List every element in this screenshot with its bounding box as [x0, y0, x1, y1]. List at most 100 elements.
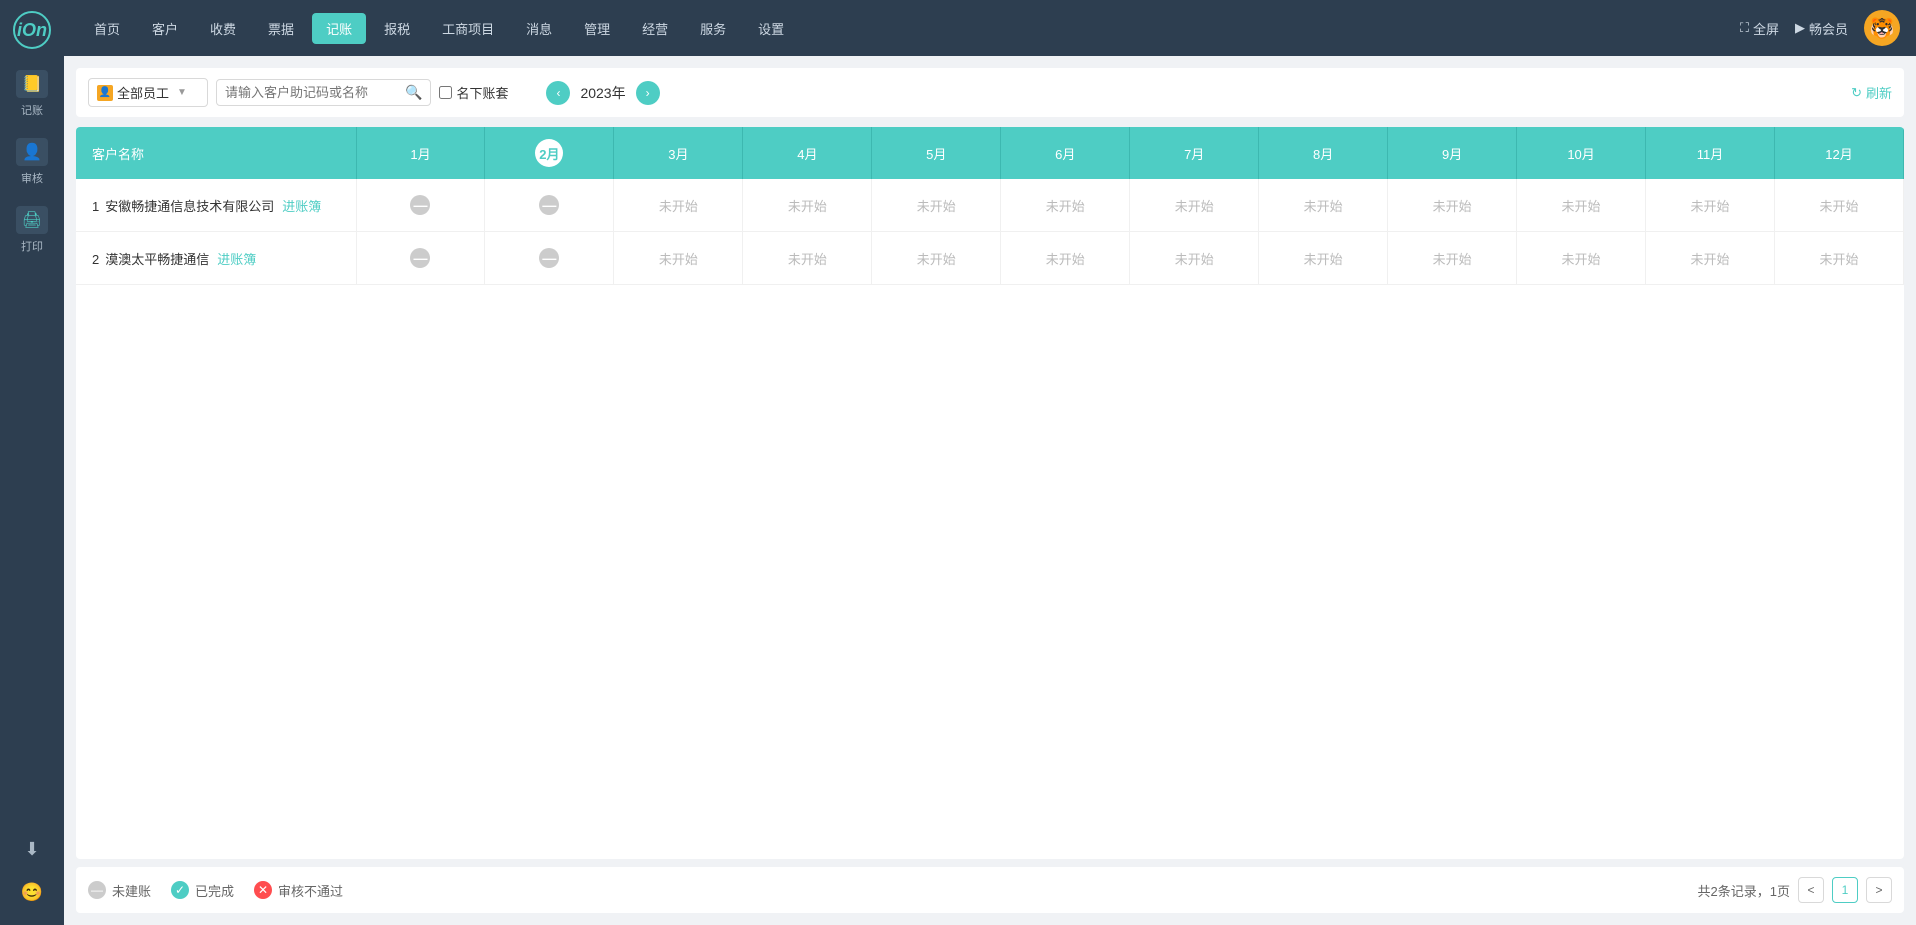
employee-icon: 👤	[97, 85, 113, 101]
status-not-started: 未开始	[1046, 199, 1085, 214]
sidebar-label-bookkeeping: 记账	[21, 102, 43, 118]
cell-aug: 未开始	[1259, 179, 1388, 232]
status-not-started: 未开始	[1175, 252, 1214, 267]
enter-link-button[interactable]: 进账簿	[282, 199, 321, 214]
refresh-label: 刷新	[1866, 83, 1892, 102]
nav-tax[interactable]: 报税	[370, 13, 424, 44]
col-header-feb: 2月	[485, 127, 614, 179]
bookkeeping-icon: 📒	[16, 70, 48, 98]
member-icon: ▶	[1795, 20, 1805, 36]
cell-oct: 未开始	[1517, 179, 1646, 232]
completed-icon: ✓	[171, 881, 189, 899]
page-content: 👤 全部员工 ▼ 🔍 名下账套 ‹ 2023年 › ↻ 刷新	[64, 56, 1916, 925]
my-accounts-checkbox-wrap[interactable]: 名下账套	[439, 83, 508, 102]
cell-jan: —	[356, 232, 485, 285]
top-nav: 首页 客户 收费 票据 记账 报税 工商项目 消息 管理 经营 服务 设置 ⛶ …	[64, 0, 1916, 56]
audit-icon: 👤	[16, 138, 48, 166]
cell-nov: 未开始	[1646, 232, 1775, 285]
year-nav: ‹ 2023年 ›	[546, 81, 659, 105]
sidebar-label-print: 打印	[21, 238, 43, 254]
col-header-sep: 9月	[1388, 127, 1517, 179]
total-records-label: 共2条记录，1页	[1698, 881, 1790, 900]
year-prev-button[interactable]: ‹	[546, 81, 570, 105]
nav-home[interactable]: 首页	[80, 13, 134, 44]
cell-jul: 未开始	[1130, 232, 1259, 285]
sidebar-item-bookkeeping[interactable]: 📒 记账	[0, 60, 64, 128]
page-prev-button[interactable]: <	[1798, 877, 1824, 903]
status-dash-icon: —	[410, 195, 430, 215]
cell-mar: 未开始	[614, 232, 743, 285]
toolbar: 👤 全部员工 ▼ 🔍 名下账套 ‹ 2023年 › ↻ 刷新	[76, 68, 1904, 117]
legend-rejected: ✕ 审核不通过	[254, 881, 343, 900]
sidebar-item-support[interactable]: 😊	[0, 872, 64, 915]
page-current-button[interactable]: 1	[1832, 877, 1858, 903]
nav-billing[interactable]: 收费	[196, 13, 250, 44]
nav-message[interactable]: 消息	[512, 13, 566, 44]
nav-settings[interactable]: 设置	[744, 13, 798, 44]
logo-icon: iOn	[13, 11, 51, 49]
status-not-started: 未开始	[917, 199, 956, 214]
refresh-button[interactable]: ↻ 刷新	[1851, 83, 1892, 102]
dropdown-arrow-icon: ▼	[177, 87, 187, 98]
sidebar: iOn 📒 记账 👤 审核 🖨 打印 ⬇ 😊	[0, 0, 64, 925]
search-input-wrap: 🔍	[216, 79, 431, 106]
status-not-started: 未开始	[1691, 199, 1730, 214]
nav-invoice[interactable]: 票据	[254, 13, 308, 44]
col-header-jun: 6月	[1001, 127, 1130, 179]
cell-may: 未开始	[872, 232, 1001, 285]
status-dash-icon: —	[539, 195, 559, 215]
search-icon[interactable]: 🔍	[405, 84, 422, 101]
fullscreen-label: 全屏	[1753, 19, 1779, 38]
table-container: 客户名称 1月 2月 3月 4月 5月 6月 7月 8月 9月 10月 11月	[76, 127, 1904, 859]
member-label: 畅会员	[1809, 19, 1848, 38]
not-built-icon: —	[88, 881, 106, 899]
nav-customer[interactable]: 客户	[138, 13, 192, 44]
sidebar-item-audit[interactable]: 👤 审核	[0, 128, 64, 196]
member-button[interactable]: ▶ 畅会员	[1795, 19, 1848, 38]
not-built-label: 未建账	[112, 881, 151, 900]
cell-sep: 未开始	[1388, 179, 1517, 232]
rejected-icon: ✕	[254, 881, 272, 899]
cell-name: 2漠澳太平畅捷通信进账簿	[76, 232, 356, 285]
nav-service[interactable]: 服务	[686, 13, 740, 44]
cell-dec: 未开始	[1774, 179, 1903, 232]
print-icon: 🖨	[16, 206, 48, 234]
main-content: 首页 客户 收费 票据 记账 报税 工商项目 消息 管理 经营 服务 设置 ⛶ …	[64, 0, 1916, 925]
nav-manage[interactable]: 管理	[570, 13, 624, 44]
status-not-started: 未开始	[659, 252, 698, 267]
employee-select[interactable]: 👤 全部员工 ▼	[88, 78, 208, 107]
cell-dec: 未开始	[1774, 232, 1903, 285]
cell-sep: 未开始	[1388, 232, 1517, 285]
status-dash-icon: —	[539, 248, 559, 268]
enter-link-button[interactable]: 进账簿	[217, 252, 256, 267]
col-header-dec: 12月	[1774, 127, 1903, 179]
nav-bookkeeping[interactable]: 记账	[312, 13, 366, 44]
download-icon: ⬇	[24, 839, 39, 860]
cell-apr: 未开始	[743, 179, 872, 232]
fullscreen-icon: ⛶	[1740, 20, 1749, 36]
status-not-started: 未开始	[1691, 252, 1730, 267]
customer-name: 漠澳太平畅捷通信	[105, 252, 209, 267]
fullscreen-button[interactable]: ⛶ 全屏	[1740, 19, 1779, 38]
status-not-started: 未开始	[1819, 199, 1858, 214]
app-logo: iOn	[0, 0, 64, 60]
status-not-started: 未开始	[788, 199, 827, 214]
status-not-started: 未开始	[659, 199, 698, 214]
table-header-row: 客户名称 1月 2月 3月 4月 5月 6月 7月 8月 9月 10月 11月	[76, 127, 1904, 179]
cell-may: 未开始	[872, 179, 1001, 232]
my-accounts-checkbox[interactable]	[439, 86, 452, 99]
sidebar-item-download[interactable]: ⬇	[0, 829, 64, 872]
sidebar-item-print[interactable]: 🖨 打印	[0, 196, 64, 264]
nav-operation[interactable]: 经营	[628, 13, 682, 44]
nav-business[interactable]: 工商项目	[428, 13, 508, 44]
sidebar-bottom: ⬇ 😊	[0, 829, 64, 925]
col-header-jul: 7月	[1130, 127, 1259, 179]
avatar[interactable]: 🐯	[1864, 10, 1900, 46]
col-header-aug: 8月	[1259, 127, 1388, 179]
search-input[interactable]	[225, 85, 405, 100]
col-header-oct: 10月	[1517, 127, 1646, 179]
year-next-button[interactable]: ›	[636, 81, 660, 105]
col-header-mar: 3月	[614, 127, 743, 179]
cell-name: 1安徽畅捷通信息技术有限公司进账簿	[76, 179, 356, 232]
page-next-button[interactable]: >	[1866, 877, 1892, 903]
